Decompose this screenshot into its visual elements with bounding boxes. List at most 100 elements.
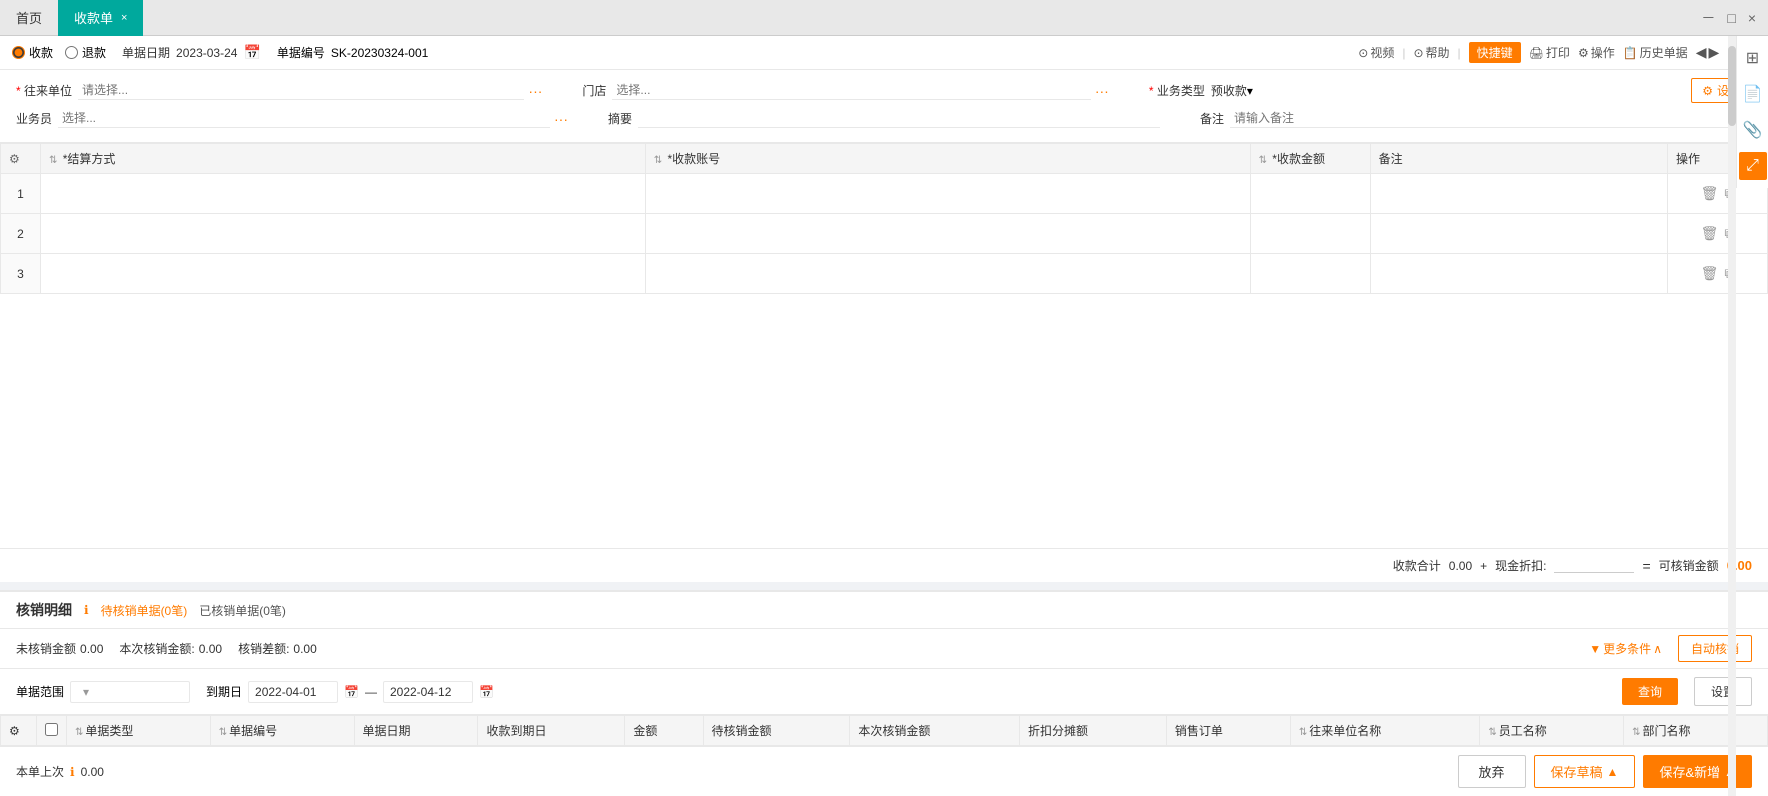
delete-icon-2[interactable]: 🗑	[1701, 225, 1719, 242]
th-settlement: ⇅ *结算方式	[41, 144, 646, 174]
sort-icon[interactable]: ⇅	[219, 727, 227, 738]
receipt-radio[interactable]: 收款	[12, 44, 53, 61]
sort-icon[interactable]: ⇅	[1299, 727, 1307, 738]
amount-cell-3[interactable]	[1250, 254, 1370, 294]
prev-arrow[interactable]: ◀	[1696, 44, 1707, 61]
business-type-field: 业务类型 预收款 ▾	[1149, 82, 1675, 99]
th-receipt-date: 收款到期日	[478, 716, 625, 746]
settlement-cell-2[interactable]	[41, 214, 646, 254]
scrollbar-area[interactable]	[1728, 36, 1736, 796]
history-btn[interactable]: 📋 历史单据	[1623, 44, 1688, 61]
business-type-select[interactable]: 预收款 ▾	[1211, 82, 1253, 99]
row-num-2: 2	[1, 214, 41, 254]
form-section: 往来单位 ··· 门店 ··· 业务类型 预收款 ▾ ⚙ 设置	[0, 70, 1768, 143]
shortcut-btn[interactable]: 快捷键	[1469, 42, 1521, 63]
calendar-icon[interactable]: 📅	[243, 44, 260, 61]
video-btn[interactable]: ⊙ 视频	[1358, 44, 1394, 61]
action-cell-3: 🗑 ⧉	[1668, 254, 1768, 294]
settings-small-btn[interactable]: 设置	[1694, 677, 1752, 706]
window-minimize-icon[interactable]: －	[1697, 6, 1719, 30]
abandon-btn[interactable]: 放弃	[1458, 755, 1526, 788]
note-field: 备注	[1200, 109, 1752, 128]
amount-cell-2[interactable]	[1250, 214, 1370, 254]
sort-icon[interactable]: ⇅	[1259, 155, 1267, 166]
operation-btn[interactable]: ⚙ 操作	[1578, 44, 1615, 61]
sort-icon[interactable]: ⇅	[654, 155, 662, 166]
salesman-input[interactable]	[58, 109, 550, 128]
calendar-end-icon[interactable]: 📅	[479, 685, 494, 699]
table-settings-icon[interactable]: ⚙	[9, 152, 20, 166]
account-cell-1[interactable]	[645, 174, 1250, 214]
sum-value: 0.00	[1449, 559, 1472, 573]
done-tab[interactable]: 已核销单据(0笔)	[199, 602, 286, 619]
counterpart-more-btn[interactable]: ···	[528, 83, 542, 99]
doc-range-select[interactable]: ▾	[70, 681, 190, 703]
settlement-cell-3[interactable]	[41, 254, 646, 294]
filter-row: 单据范围 ▾ 到期日 📅 — 📅 查询 设置	[0, 669, 1768, 715]
query-btn[interactable]: 查询	[1622, 678, 1678, 705]
right-panel-table-icon[interactable]: ⊞	[1739, 44, 1767, 72]
th-cb	[37, 716, 67, 746]
store-field: 门店 ···	[582, 81, 1108, 100]
window-restore-icon[interactable]: □	[1723, 8, 1739, 28]
note-cell-3[interactable]	[1370, 254, 1667, 294]
counterpart-label: 往来单位	[16, 82, 72, 99]
summary-input[interactable]	[638, 109, 1160, 128]
pending-tab[interactable]: 待核销单据(0笔)	[101, 602, 188, 619]
store-input[interactable]	[612, 81, 1090, 100]
footer-actions: 放弃 保存草稿 ▲ 保存&新增 ▲	[1458, 755, 1752, 788]
writeoff-info-icon[interactable]: ℹ	[84, 603, 89, 617]
salesman-more-btn[interactable]: ···	[554, 111, 568, 127]
business-type-label: 业务类型	[1149, 82, 1205, 99]
sort-icon[interactable]: ⇅	[49, 155, 57, 166]
th-this-amount: 本次核销金额	[850, 716, 1020, 746]
store-label: 门店	[582, 82, 606, 99]
settlement-cell-1[interactable]	[41, 174, 646, 214]
right-panel-doc-icon[interactable]: 📄	[1739, 80, 1767, 108]
page-footer: 本单上次 ℹ 0.00 放弃 保存草稿 ▲ 保存&新增 ▲	[0, 746, 1768, 796]
print-btn[interactable]: 🖨 打印	[1529, 44, 1570, 61]
select-all-checkbox[interactable]	[45, 723, 58, 736]
tab-home[interactable]: 首页	[0, 0, 58, 36]
due-date-end-input[interactable]	[383, 681, 473, 703]
delete-icon-3[interactable]: 🗑	[1701, 265, 1719, 282]
th-counterpart-name: ⇅往来单位名称	[1290, 716, 1480, 746]
footer-info-label: 本单上次	[16, 763, 64, 780]
th-employee: ⇅员工名称	[1480, 716, 1624, 746]
save-draft-btn[interactable]: 保存草稿 ▲	[1534, 755, 1636, 788]
note-input[interactable]	[1230, 109, 1752, 128]
due-date-start-input[interactable]	[248, 681, 338, 703]
tab-receipt[interactable]: 收款单 ×	[58, 0, 143, 36]
auto-writeoff-btn[interactable]: 自动核销	[1678, 635, 1752, 662]
note-cell-2[interactable]	[1370, 214, 1667, 254]
window-close-icon[interactable]: ×	[1744, 8, 1760, 28]
discount-input[interactable]	[1554, 558, 1634, 573]
note-cell-1[interactable]	[1370, 174, 1667, 214]
right-panel-expand-icon[interactable]: ⤢	[1739, 152, 1767, 180]
summary-label: 摘要	[608, 110, 632, 127]
right-panel-clip-icon[interactable]: 📎	[1739, 116, 1767, 144]
table-settings-icon-bottom[interactable]: ⚙	[9, 724, 20, 738]
next-arrow[interactable]: ▶	[1708, 44, 1719, 61]
sort-icon[interactable]: ⇅	[1632, 727, 1640, 738]
help-btn[interactable]: ⊙ 帮助	[1413, 44, 1449, 61]
salesman-field: 业务员 ···	[16, 109, 568, 128]
dropdown-arrow-icon[interactable]: ▾	[1247, 84, 1253, 98]
refund-radio[interactable]: 退款	[65, 44, 106, 61]
account-cell-2[interactable]	[645, 214, 1250, 254]
counterpart-input[interactable]	[78, 81, 524, 100]
right-panel: ⊞ 📄 📎 ⤢	[1736, 36, 1768, 188]
delete-icon-1[interactable]: 🗑	[1701, 185, 1719, 202]
store-more-btn[interactable]: ···	[1095, 83, 1109, 99]
scrollbar-thumb[interactable]	[1728, 46, 1736, 126]
close-tab-icon[interactable]: ×	[121, 12, 127, 24]
calendar-start-icon[interactable]: 📅	[344, 685, 359, 699]
more-conditions-btn[interactable]: ▼ 更多条件 ∧	[1589, 640, 1662, 657]
uncancelled-label: 未核销金额	[16, 640, 76, 657]
equals-sign: =	[1642, 558, 1650, 574]
info-icon[interactable]: ℹ	[70, 765, 75, 779]
sort-icon[interactable]: ⇅	[1488, 727, 1496, 738]
sort-icon[interactable]: ⇅	[75, 727, 83, 738]
account-cell-3[interactable]	[645, 254, 1250, 294]
amount-cell-1[interactable]	[1250, 174, 1370, 214]
